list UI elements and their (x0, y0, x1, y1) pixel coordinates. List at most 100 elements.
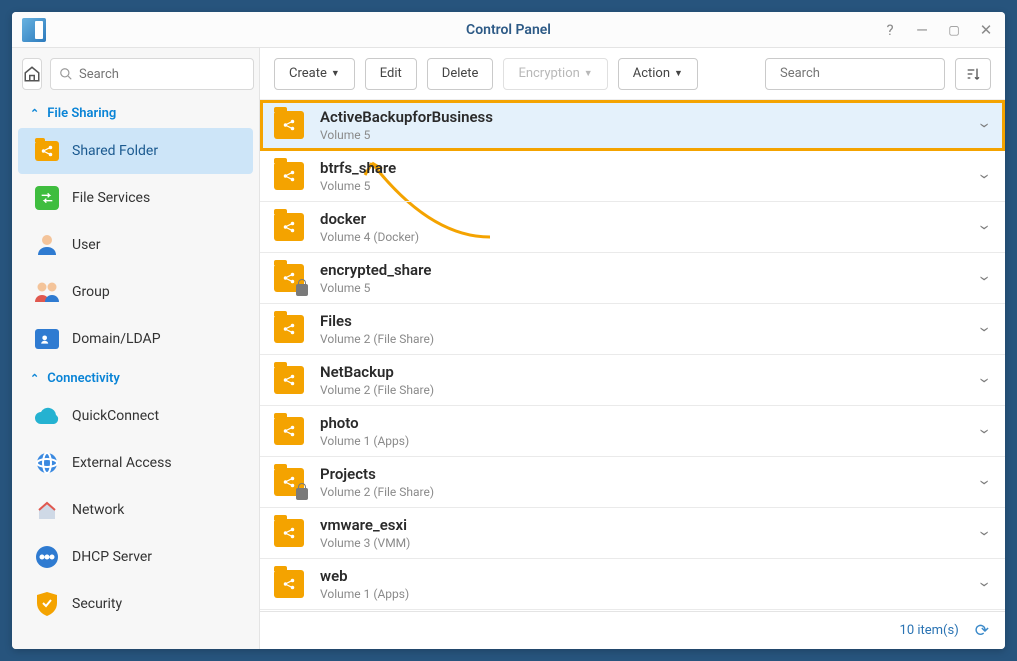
folder-name: docker (320, 210, 982, 228)
sidebar-item-label: File Services (72, 190, 150, 206)
folder-share-icon (274, 519, 304, 547)
chevron-down-icon[interactable]: › (974, 326, 995, 331)
folder-subtitle: Volume 3 (VMM) (320, 536, 982, 550)
item-count: 10 item(s) (900, 623, 959, 638)
delete-button[interactable]: Delete (427, 58, 494, 90)
folder-subtitle: Volume 1 (Apps) (320, 434, 982, 448)
status-footer: 10 item(s) ⟳ (260, 611, 1005, 649)
chevron-down-icon[interactable]: › (974, 581, 995, 586)
toolbar-search-input[interactable] (780, 66, 946, 81)
folder-name: web (320, 567, 982, 585)
chevron-down-icon[interactable]: › (974, 479, 995, 484)
folder-name: encrypted_share (320, 261, 982, 279)
folder-subtitle: Volume 5 (320, 128, 982, 142)
sidebar-item-label: Domain/LDAP (72, 331, 161, 347)
chevron-down-icon[interactable]: › (974, 173, 995, 178)
sidebar-item-security[interactable]: Security (18, 581, 253, 627)
home-button[interactable] (22, 58, 42, 90)
sidebar-item-user[interactable]: User (18, 222, 253, 268)
chevron-down-icon[interactable]: › (974, 530, 995, 535)
folder-share-icon (274, 264, 304, 292)
sidebar-item-file-services[interactable]: File Services (18, 175, 253, 221)
chevron-up-icon: ⌃ (30, 372, 39, 385)
close-icon[interactable]: ✕ (977, 21, 995, 39)
folder-row[interactable]: docker Volume 4 (Docker) › (260, 202, 1005, 253)
folder-row[interactable]: NetBackup Volume 2 (File Share) › (260, 355, 1005, 406)
folder-name: photo (320, 414, 982, 432)
sidebar-item-label: Security (72, 596, 122, 612)
refresh-icon[interactable]: ⟳ (975, 621, 989, 641)
sidebar-item-label: Network (72, 502, 124, 518)
chevron-down-icon[interactable]: › (974, 224, 995, 229)
maximize-icon[interactable]: ▢ (945, 21, 963, 39)
sidebar-item-label: Shared Folder (72, 143, 158, 159)
sidebar-item-external-access[interactable]: External Access (18, 440, 253, 486)
shield-icon (34, 591, 60, 617)
folder-name: Projects (320, 465, 982, 483)
chevron-down-icon[interactable]: › (974, 377, 995, 382)
help-icon[interactable]: ? (881, 21, 899, 39)
chevron-down-icon[interactable]: › (974, 275, 995, 280)
sidebar-item-network[interactable]: Network (18, 487, 253, 533)
folder-share-icon (274, 315, 304, 343)
lock-icon (296, 284, 308, 296)
folder-row[interactable]: Projects Volume 2 (File Share) › (260, 457, 1005, 508)
action-button[interactable]: Action ▼ (618, 58, 698, 90)
edit-button[interactable]: Edit (365, 58, 417, 90)
sidebar-group-connectivity[interactable]: ⌃Connectivity (12, 363, 259, 392)
folder-share-icon (274, 213, 304, 241)
folder-row[interactable]: vmware_esxi Volume 3 (VMM) › (260, 508, 1005, 559)
folder-subtitle: Volume 2 (File Share) (320, 383, 982, 397)
sidebar-item-shared-folder[interactable]: Shared Folder (18, 128, 253, 174)
window-body: ⌃File Sharing Shared Folder File Services U… (12, 48, 1005, 649)
user-icon (34, 232, 60, 258)
sidebar-top (12, 48, 259, 98)
folder-row[interactable]: Files Volume 2 (File Share) › (260, 304, 1005, 355)
folder-subtitle: Volume 2 (File Share) (320, 332, 982, 346)
sidebar-item-label: User (72, 237, 100, 253)
folder-share-icon (34, 138, 60, 164)
chevron-down-icon[interactable]: › (974, 428, 995, 433)
window-title: Control Panel (12, 22, 1005, 38)
folder-row[interactable]: photo Volume 1 (Apps) › (260, 406, 1005, 457)
folder-row[interactable]: encrypted_share Volume 5 › (260, 253, 1005, 304)
folder-row[interactable]: ActiveBackupforBusiness Volume 5 › (260, 100, 1005, 151)
sort-button[interactable] (955, 58, 991, 90)
sidebar-item-label: DHCP Server (72, 549, 152, 565)
folder-share-icon (274, 468, 304, 496)
titlebar: Control Panel ? — ▢ ✕ (12, 12, 1005, 48)
sidebar-search-input[interactable] (79, 67, 245, 82)
toolbar-search[interactable] (765, 58, 945, 90)
dhcp-icon (34, 544, 60, 570)
globe-icon (34, 450, 60, 476)
folder-share-icon (274, 111, 304, 139)
cloud-icon (34, 403, 60, 429)
folder-subtitle: Volume 2 (File Share) (320, 485, 982, 499)
folder-share-icon (274, 366, 304, 394)
window-controls: ? — ▢ ✕ (881, 21, 995, 39)
sidebar-search[interactable] (50, 58, 254, 90)
chevron-down-icon[interactable]: › (974, 122, 995, 127)
chevron-down-icon: ▼ (674, 68, 683, 79)
group-icon (34, 279, 60, 305)
folder-row[interactable]: web Volume 1 (Apps) › (260, 559, 1005, 610)
sidebar-item-quickconnect[interactable]: QuickConnect (18, 393, 253, 439)
folder-share-icon (274, 417, 304, 445)
folder-name: Files (320, 312, 982, 330)
folder-subtitle: Volume 4 (Docker) (320, 230, 982, 244)
chevron-down-icon: ▼ (331, 68, 340, 79)
folder-name: btrfs_share (320, 159, 982, 177)
sidebar-group-file-sharing[interactable]: ⌃File Sharing (12, 98, 259, 127)
house-net-icon (34, 497, 60, 523)
minimize-icon[interactable]: — (913, 21, 931, 39)
folder-subtitle: Volume 5 (320, 281, 982, 295)
chevron-down-icon: ▼ (584, 68, 593, 79)
folder-row[interactable]: btrfs_share Volume 5 › (260, 151, 1005, 202)
folder-name: vmware_esxi (320, 516, 982, 534)
main-pane: Create ▼ Edit Delete Encryption ▼ Action… (260, 48, 1005, 649)
sidebar-item-group[interactable]: Group (18, 269, 253, 315)
sidebar-item-dhcp-server[interactable]: DHCP Server (18, 534, 253, 580)
create-button[interactable]: Create ▼ (274, 58, 355, 90)
sidebar-item-domain-ldap[interactable]: Domain/LDAP (18, 316, 253, 362)
chevron-up-icon: ⌃ (30, 107, 39, 120)
